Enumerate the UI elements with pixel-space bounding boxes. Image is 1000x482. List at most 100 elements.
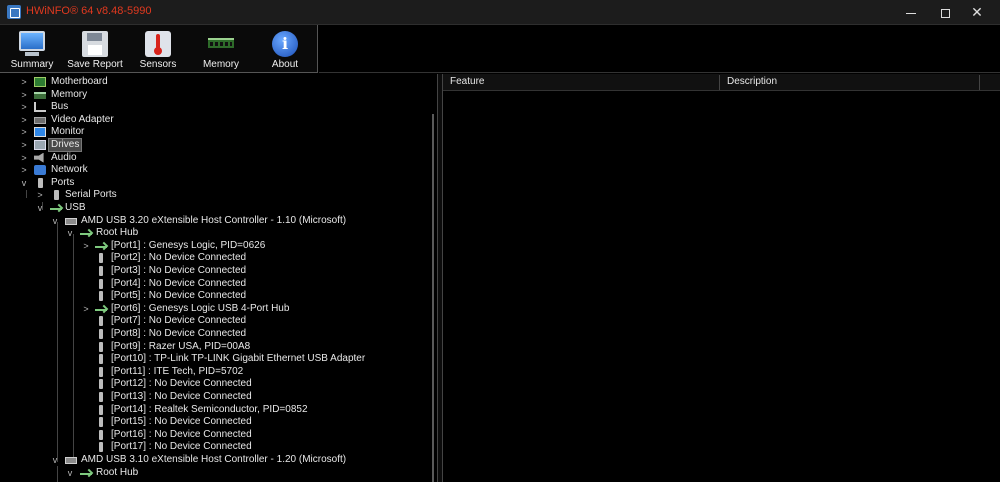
tree-item-port[interactable]: [Port13] : No Device Connected bbox=[82, 391, 427, 404]
usb-plug-icon bbox=[99, 341, 103, 352]
chevron-right-icon[interactable]: > bbox=[20, 114, 28, 126]
tree-item-port[interactable]: [Port15] : No Device Connected bbox=[82, 416, 427, 429]
close-icon: ✕ bbox=[971, 4, 983, 20]
column-separator[interactable] bbox=[979, 75, 980, 90]
tree-item-label: [Port7] : No Device Connected bbox=[111, 315, 247, 327]
tree-item-network[interactable]: > Network bbox=[20, 164, 420, 177]
tree-scrollbar[interactable] bbox=[429, 74, 437, 482]
tree-item-label: AMD USB 3.20 eXtensible Host Controller … bbox=[81, 214, 347, 226]
tree-item-usb[interactable]: v USB bbox=[36, 202, 426, 215]
tree-item-port[interactable]: > [Port6] : Genesys Logic USB 4-Port Hub bbox=[82, 303, 427, 316]
tree-item-port[interactable]: [Port17] : No Device Connected bbox=[82, 441, 427, 454]
chevron-right-icon[interactable]: > bbox=[82, 240, 90, 252]
column-header-feature[interactable]: Feature bbox=[443, 74, 719, 91]
chevron-right-icon[interactable]: > bbox=[82, 303, 90, 315]
tree-item-port[interactable]: [Port12] : No Device Connected bbox=[82, 378, 427, 391]
chevron-right-icon[interactable]: > bbox=[20, 101, 28, 113]
tree-item-port[interactable]: [Port2] : No Device Connected bbox=[82, 252, 427, 265]
tree-item-port[interactable]: [Port9] : Razer USA, PID=00A8 bbox=[82, 341, 427, 354]
tree-item-label: Audio bbox=[51, 151, 77, 163]
chevron-down-icon[interactable]: v bbox=[20, 177, 28, 189]
chevron-right-icon[interactable]: > bbox=[36, 189, 44, 201]
chevron-right-icon[interactable]: > bbox=[20, 139, 28, 151]
usb-icon bbox=[95, 308, 107, 311]
tree-item-label: Drives bbox=[47, 138, 83, 152]
tree-item-video-adapter[interactable]: > Video Adapter bbox=[20, 114, 420, 127]
monitor-icon bbox=[19, 31, 45, 51]
tree-item-port[interactable]: [Port10] : TP-Link TP-LINK Gigabit Ether… bbox=[82, 353, 427, 366]
tree-item-port[interactable]: [Port16] : No Device Connected bbox=[82, 429, 427, 442]
usb-plug-icon bbox=[99, 417, 103, 428]
chevron-down-icon[interactable]: v bbox=[51, 215, 59, 227]
about-label: About bbox=[271, 59, 299, 70]
tree-item-port[interactable]: [Port4] : No Device Connected bbox=[82, 278, 427, 291]
tree-item-monitor[interactable]: > Monitor bbox=[20, 126, 420, 139]
tree-item-serial-ports[interactable]: > Serial Ports bbox=[36, 189, 426, 202]
video-adapter-icon bbox=[34, 116, 46, 124]
tree-item-motherboard[interactable]: > Motherboard bbox=[20, 76, 420, 89]
network-icon bbox=[34, 165, 46, 176]
tree-item-port[interactable]: [Port3] : No Device Connected bbox=[82, 265, 427, 278]
tree-item-ports[interactable]: v Ports bbox=[20, 177, 420, 190]
tree-item-label: Root Hub bbox=[96, 466, 139, 478]
chevron-right-icon[interactable]: > bbox=[20, 164, 28, 176]
close-button[interactable]: ✕ bbox=[954, 0, 1000, 25]
usb-plug-icon bbox=[99, 329, 103, 339]
port-icon bbox=[38, 177, 43, 188]
chevron-down-icon[interactable]: v bbox=[66, 227, 74, 239]
tree-item-port[interactable]: > [Port1] : Genesys Logic, PID=0626 bbox=[82, 240, 427, 253]
tree-item-port[interactable]: [Port11] : ITE Tech, PID=5702 bbox=[82, 366, 427, 379]
tree-item-usb-controller[interactable]: v AMD USB 3.20 eXtensible Host Controlle… bbox=[51, 215, 426, 228]
tree-item-label: Bus bbox=[51, 101, 69, 113]
tree-item-port[interactable]: [Port14] : Realtek Semiconductor, PID=08… bbox=[82, 404, 427, 417]
usb-icon bbox=[95, 245, 107, 248]
ram-module-icon bbox=[208, 38, 234, 48]
chevron-down-icon[interactable]: v bbox=[36, 202, 44, 214]
chevron-right-icon[interactable]: > bbox=[20, 76, 28, 88]
save-report-button[interactable]: Save Report bbox=[64, 25, 126, 73]
device-tree[interactable]: > Motherboard > Memory > Bus > Video Ada… bbox=[0, 74, 437, 482]
tree-item-label: [Port8] : No Device Connected bbox=[111, 328, 247, 339]
tree-item-audio[interactable]: > Audio bbox=[20, 152, 420, 165]
chevron-right-icon[interactable]: > bbox=[20, 126, 28, 138]
tree-item-port[interactable]: [Port7] : No Device Connected bbox=[82, 315, 427, 328]
usb-plug-icon bbox=[99, 291, 103, 302]
floppy-disk-icon bbox=[82, 31, 108, 57]
tree-item-label: Memory bbox=[51, 88, 88, 100]
tree-item-label: [Port17] : No Device Connected bbox=[111, 441, 252, 453]
chevron-down-icon[interactable]: v bbox=[66, 467, 74, 479]
usb-plug-icon bbox=[99, 404, 103, 415]
chevron-down-icon[interactable]: v bbox=[51, 454, 59, 466]
tree-guide-line bbox=[57, 222, 58, 462]
tree-item-root-hub[interactable]: v Root Hub bbox=[66, 467, 426, 480]
tree-item-label: [Port10] : TP-Link TP-LINK Gigabit Ether… bbox=[111, 353, 366, 365]
sensors-button[interactable]: Sensors bbox=[132, 25, 184, 73]
tree-item-drives[interactable]: > Drives bbox=[20, 138, 420, 152]
tree-item-label: [Port1] : Genesys Logic, PID=0626 bbox=[111, 239, 266, 251]
tree-item-label: [Port11] : ITE Tech, PID=5702 bbox=[111, 365, 244, 377]
memory-button[interactable]: Memory bbox=[194, 25, 248, 73]
feature-table-body bbox=[443, 92, 1000, 482]
tree-item-label: [Port5] : No Device Connected bbox=[111, 290, 247, 302]
hwinfo-app-icon bbox=[7, 5, 21, 19]
tree-item-bus[interactable]: > Bus bbox=[20, 101, 420, 114]
thermometer-icon bbox=[145, 31, 171, 57]
tree-item-label: [Port12] : No Device Connected bbox=[111, 378, 252, 390]
tree-item-label: Root Hub bbox=[96, 227, 139, 239]
tree-item-port[interactable]: [Port8] : No Device Connected bbox=[82, 328, 427, 341]
chevron-right-icon[interactable]: > bbox=[20, 89, 28, 101]
column-header-description[interactable]: Description bbox=[720, 74, 980, 91]
chevron-right-icon[interactable]: > bbox=[20, 152, 28, 164]
tree-item-usb-controller[interactable]: v AMD USB 3.10 eXtensible Host Controlle… bbox=[51, 454, 426, 467]
minimize-icon bbox=[906, 12, 916, 14]
about-button[interactable]: i About bbox=[258, 25, 312, 73]
tree-item-port[interactable]: [Port5] : No Device Connected bbox=[82, 290, 427, 303]
summary-button[interactable]: Summary bbox=[4, 25, 60, 73]
tree-item-label: [Port16] : No Device Connected bbox=[111, 428, 252, 440]
tree-item-root-hub[interactable]: v Root Hub bbox=[66, 227, 426, 240]
tree-guide-line bbox=[57, 466, 58, 482]
usb-plug-icon bbox=[99, 429, 103, 440]
tree-item-memory[interactable]: > Memory bbox=[20, 89, 420, 102]
tree-item-label: Video Adapter bbox=[51, 113, 114, 125]
scrollbar-thumb[interactable] bbox=[432, 114, 434, 482]
